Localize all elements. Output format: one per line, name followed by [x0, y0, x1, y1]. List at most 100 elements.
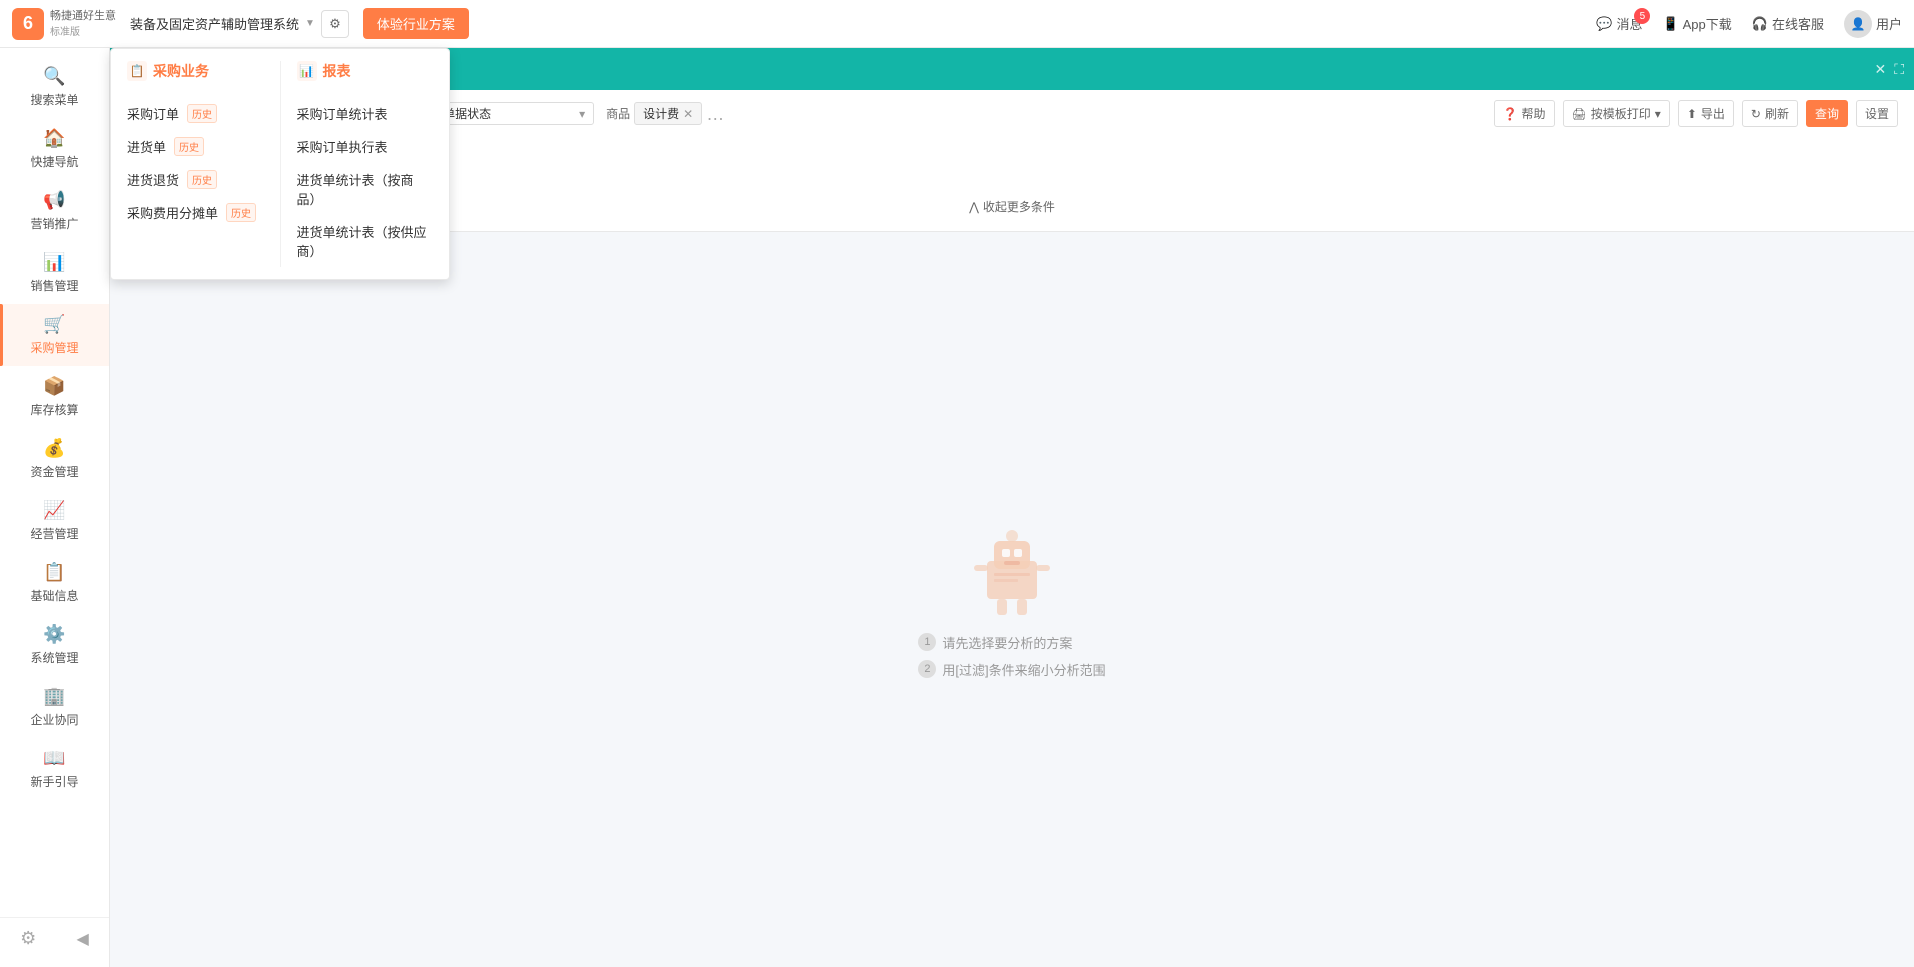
purchase-section-title: 采购业务 — [153, 61, 209, 81]
hist-badge-2: 历史 — [187, 170, 217, 189]
system-dropdown-icon[interactable]: ▼ — [305, 18, 315, 29]
sidebar-settings-button[interactable]: ⚙ — [20, 928, 36, 949]
dropdown-item-incoming-stat-supplier[interactable]: 进货单统计表（按供应商） — [297, 215, 434, 267]
operations-icon: 📈 — [43, 500, 65, 521]
message-button[interactable]: 💬 消息 5 — [1596, 14, 1642, 33]
incoming-stat-goods-label: 进货单统计表（按商品） — [297, 170, 434, 208]
report-header-icon: 📊 — [297, 61, 317, 81]
sidebar-item-inventory[interactable]: 📦 库存核算 — [0, 366, 109, 428]
goods-label: 商品 — [606, 105, 630, 122]
system-icon: ⚙️ — [43, 624, 65, 645]
dropdown-item-return[interactable]: 进货退货 历史 — [127, 163, 264, 196]
print-dropdown-icon[interactable]: ▾ — [1655, 107, 1661, 121]
export-icon: ⬆ — [1687, 107, 1697, 121]
export-button[interactable]: ⬆ 导出 — [1678, 100, 1734, 127]
sidebar-item-purchase[interactable]: 🛒 采购管理 — [0, 304, 109, 366]
report-section-title: 报表 — [323, 61, 351, 81]
logo-sub: 标准版 — [50, 23, 116, 38]
return-label: 进货退货 — [127, 170, 179, 189]
sidebar-item-basic-info[interactable]: 📋 基础信息 — [0, 552, 109, 614]
help-button[interactable]: ❓ 帮助 — [1494, 100, 1555, 127]
dropdown-item-expense[interactable]: 采购费用分摊单 历史 — [127, 196, 264, 229]
app-download-button[interactable]: 📱 App下载 — [1662, 14, 1731, 33]
po-stat-label: 采购订单统计表 — [297, 104, 388, 123]
purchase-order-label: 采购订单 — [127, 104, 179, 123]
sidebar-item-search[interactable]: 🔍 搜索菜单 — [0, 56, 109, 118]
sidebar-item-sales[interactable]: 📊 销售管理 — [0, 242, 109, 304]
sidebar-collapse-button[interactable]: ◀ — [77, 929, 89, 949]
sidebar-item-label: 快捷导航 — [30, 153, 78, 170]
dropdown-item-po-stat[interactable]: 采购订单统计表 — [297, 97, 434, 130]
inventory-icon: 📦 — [43, 376, 65, 397]
settings-button[interactable]: 设置 — [1856, 100, 1898, 127]
system-name: 装备及固定资产辅助管理系统 — [130, 14, 299, 33]
user-label: 用户 — [1876, 14, 1902, 33]
sidebar: 🔍 搜索菜单 🏠 快捷导航 📢 营销推广 📊 销售管理 🛒 采购管理 📦 库存核… — [0, 48, 110, 967]
settings-gear-button[interactable]: ⚙ — [321, 10, 349, 38]
user-menu-button[interactable]: 👤 用户 — [1844, 10, 1902, 38]
message-badge: 5 — [1634, 8, 1650, 24]
sidebar-item-label: 基础信息 — [30, 587, 78, 604]
home-icon: 🏠 — [43, 128, 65, 149]
online-service-button[interactable]: 🎧 在线客服 — [1752, 14, 1824, 33]
online-service-label: 在线客服 — [1772, 14, 1824, 33]
expense-label: 采购费用分摊单 — [127, 203, 218, 222]
empty-step-2: 2 用[过滤]条件来缩小分析范围 — [918, 660, 1105, 679]
message-icon: 💬 — [1596, 16, 1612, 32]
marketing-icon: 📢 — [43, 190, 65, 211]
empty-illustration — [952, 521, 1072, 621]
finance-icon: 💰 — [43, 438, 65, 459]
report-section-header: 📊 报表 — [297, 61, 434, 87]
refresh-icon: ↻ — [1751, 107, 1761, 121]
dropdown-item-purchase-order[interactable]: 采购订单 历史 — [127, 97, 264, 130]
sidebar-item-label: 系统管理 — [30, 649, 78, 666]
topbar: 6 畅捷通好生意 标准版 装备及固定资产辅助管理系统 ▼ ⚙ 体验行业方案 💬 … — [0, 0, 1914, 48]
print-button[interactable]: 🖨 按模板打印 ▾ — [1563, 100, 1670, 127]
sidebar-item-operations[interactable]: 📈 经营管理 — [0, 490, 109, 552]
dropdown-item-incoming[interactable]: 进货单 历史 — [127, 130, 264, 163]
sidebar-item-enterprise[interactable]: 🏢 企业协同 — [0, 676, 109, 738]
industry-solution-button[interactable]: 体验行业方案 — [363, 8, 469, 39]
doc-status-select[interactable]: 单据状态 ▾ — [434, 102, 594, 125]
sidebar-item-system[interactable]: ⚙️ 系统管理 — [0, 614, 109, 676]
refresh-button[interactable]: ↻ 刷新 — [1742, 100, 1798, 127]
sidebar-bottom: ⚙ ◀ — [0, 917, 109, 959]
sidebar-item-guide[interactable]: 📖 新手引导 — [0, 738, 109, 800]
po-exec-label: 采购订单执行表 — [297, 137, 388, 156]
dropdown-columns: 📋 采购业务 采购订单 历史 进货单 历史 进货退货 历史 采购费用分摊单 历史 — [111, 61, 449, 267]
hist-badge-3: 历史 — [226, 203, 256, 222]
caret-icon: ▾ — [579, 107, 585, 121]
sidebar-item-marketing[interactable]: 📢 营销推广 — [0, 180, 109, 242]
purchase-header-icon: 📋 — [127, 61, 147, 81]
goods-tag-close[interactable]: ✕ — [683, 107, 693, 121]
dropdown-col-report: 📊 报表 采购订单统计表 采购订单执行表 进货单统计表（按商品） 进货单统计表（… — [281, 61, 450, 267]
tabbar-controls: ✕ ⛶ — [1864, 48, 1914, 90]
app-download-label: App下载 — [1683, 14, 1732, 33]
system-name-area: 装备及固定资产辅助管理系统 ▼ ⚙ 体验行业方案 — [130, 8, 469, 39]
hist-badge-0: 历史 — [187, 104, 217, 123]
logo-text: 畅捷通好生意 — [50, 9, 116, 23]
filter-actions: ❓ 帮助 🖨 按模板打印 ▾ ⬆ 导出 ↻ — [1494, 100, 1898, 127]
goods-more-btn[interactable]: … — [706, 105, 724, 123]
dropdown-col-purchase: 📋 采购业务 采购订单 历史 进货单 历史 进货退货 历史 采购费用分摊单 历史 — [111, 61, 281, 267]
sidebar-item-quick-nav[interactable]: 🏠 快捷导航 — [0, 118, 109, 180]
collapse-icon: ⋀ — [969, 200, 979, 214]
enterprise-icon: 🏢 — [43, 686, 65, 707]
tab-close-all-icon[interactable]: ✕ — [1874, 61, 1886, 78]
empty-steps: 1 请先选择要分析的方案 2 用[过滤]条件来缩小分析范围 — [918, 633, 1105, 679]
search-icon: 🔍 — [43, 66, 65, 87]
sidebar-item-label: 搜索菜单 — [30, 91, 78, 108]
sidebar-item-label: 资金管理 — [30, 463, 78, 480]
logo-icon: 6 — [12, 8, 44, 40]
empty-state: 1 请先选择要分析的方案 2 用[过滤]条件来缩小分析范围 — [110, 232, 1914, 967]
dropdown-item-incoming-stat-goods[interactable]: 进货单统计表（按商品） — [297, 163, 434, 215]
goods-filter-area: 商品 设计费 ✕ … — [606, 102, 724, 125]
purchase-section-header: 📋 采购业务 — [127, 61, 264, 87]
query-button[interactable]: 查询 — [1806, 100, 1848, 127]
tab-maximize-icon[interactable]: ⛶ — [1894, 61, 1904, 78]
sidebar-item-label: 库存核算 — [30, 401, 78, 418]
sidebar-item-label: 新手引导 — [30, 773, 78, 790]
dropdown-item-po-exec[interactable]: 采购订单执行表 — [297, 130, 434, 163]
sidebar-item-finance[interactable]: 💰 资金管理 — [0, 428, 109, 490]
headset-icon: 🎧 — [1752, 16, 1768, 32]
